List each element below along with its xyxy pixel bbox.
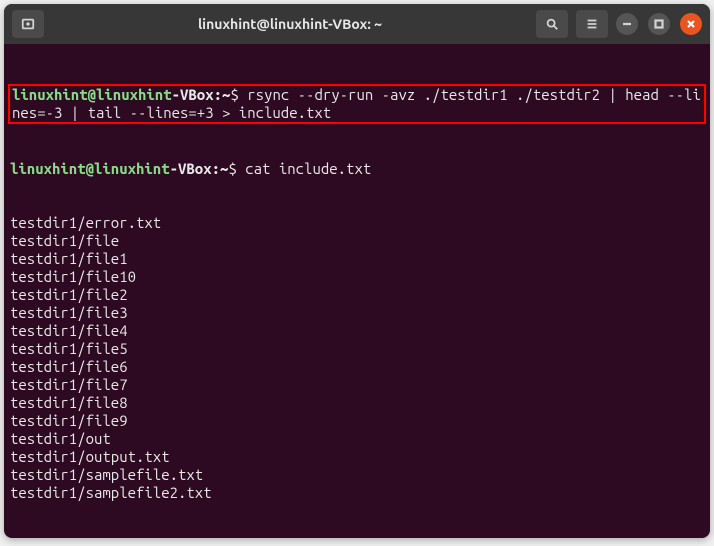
new-tab-button[interactable] bbox=[12, 10, 44, 38]
output-line: testdir1/samplefile2.txt bbox=[6, 484, 708, 502]
output-container: testdir1/error.txttestdir1/filetestdir1/… bbox=[6, 214, 708, 502]
maximize-button[interactable] bbox=[648, 13, 670, 35]
prompt-host: -VBox bbox=[170, 160, 212, 177]
output-line: testdir1/samplefile.txt bbox=[6, 466, 708, 484]
output-line: testdir1/file8 bbox=[6, 394, 708, 412]
prompt-user: linuxhint@linuxhint bbox=[12, 86, 172, 103]
output-line: testdir1/file6 bbox=[6, 358, 708, 376]
output-line: testdir1/output.txt bbox=[6, 448, 708, 466]
terminal-window: linuxhint@linuxhint-VBox: ~ linuxhint@li… bbox=[4, 4, 710, 538]
minimize-button[interactable] bbox=[616, 13, 638, 35]
command-line-2: linuxhint@linuxhint-VBox:~$ cat include.… bbox=[6, 160, 708, 178]
prompt-sep: : bbox=[212, 160, 220, 177]
output-line: testdir1/file2 bbox=[6, 286, 708, 304]
prompt-host: -VBox bbox=[172, 86, 214, 103]
prompt-sep: : bbox=[214, 86, 222, 103]
output-line: testdir1/file1 bbox=[6, 250, 708, 268]
highlighted-command: linuxhint@linuxhint-VBox:~$ rsync --dry-… bbox=[8, 84, 706, 124]
menu-button[interactable] bbox=[576, 10, 608, 38]
output-line: testdir1/file7 bbox=[6, 376, 708, 394]
search-button[interactable] bbox=[536, 10, 568, 38]
output-line: testdir1/file9 bbox=[6, 412, 708, 430]
command-text-2: cat include.txt bbox=[245, 160, 371, 177]
close-button[interactable] bbox=[680, 13, 702, 35]
window-title: linuxhint@linuxhint-VBox: ~ bbox=[52, 16, 528, 32]
terminal-body[interactable]: linuxhint@linuxhint-VBox:~$ rsync --dry-… bbox=[4, 44, 710, 538]
output-line: testdir1/file10 bbox=[6, 268, 708, 286]
output-line: testdir1/out bbox=[6, 430, 708, 448]
prompt-user: linuxhint@linuxhint bbox=[10, 160, 170, 177]
titlebar: linuxhint@linuxhint-VBox: ~ bbox=[4, 4, 710, 44]
output-line: testdir1/file5 bbox=[6, 340, 708, 358]
output-line: testdir1/file4 bbox=[6, 322, 708, 340]
prompt-symbol: $ bbox=[230, 86, 238, 103]
output-line: testdir1/error.txt bbox=[6, 214, 708, 232]
prompt-symbol: $ bbox=[228, 160, 236, 177]
window-controls bbox=[616, 13, 702, 35]
output-line: testdir1/file bbox=[6, 232, 708, 250]
output-line: testdir1/file3 bbox=[6, 304, 708, 322]
